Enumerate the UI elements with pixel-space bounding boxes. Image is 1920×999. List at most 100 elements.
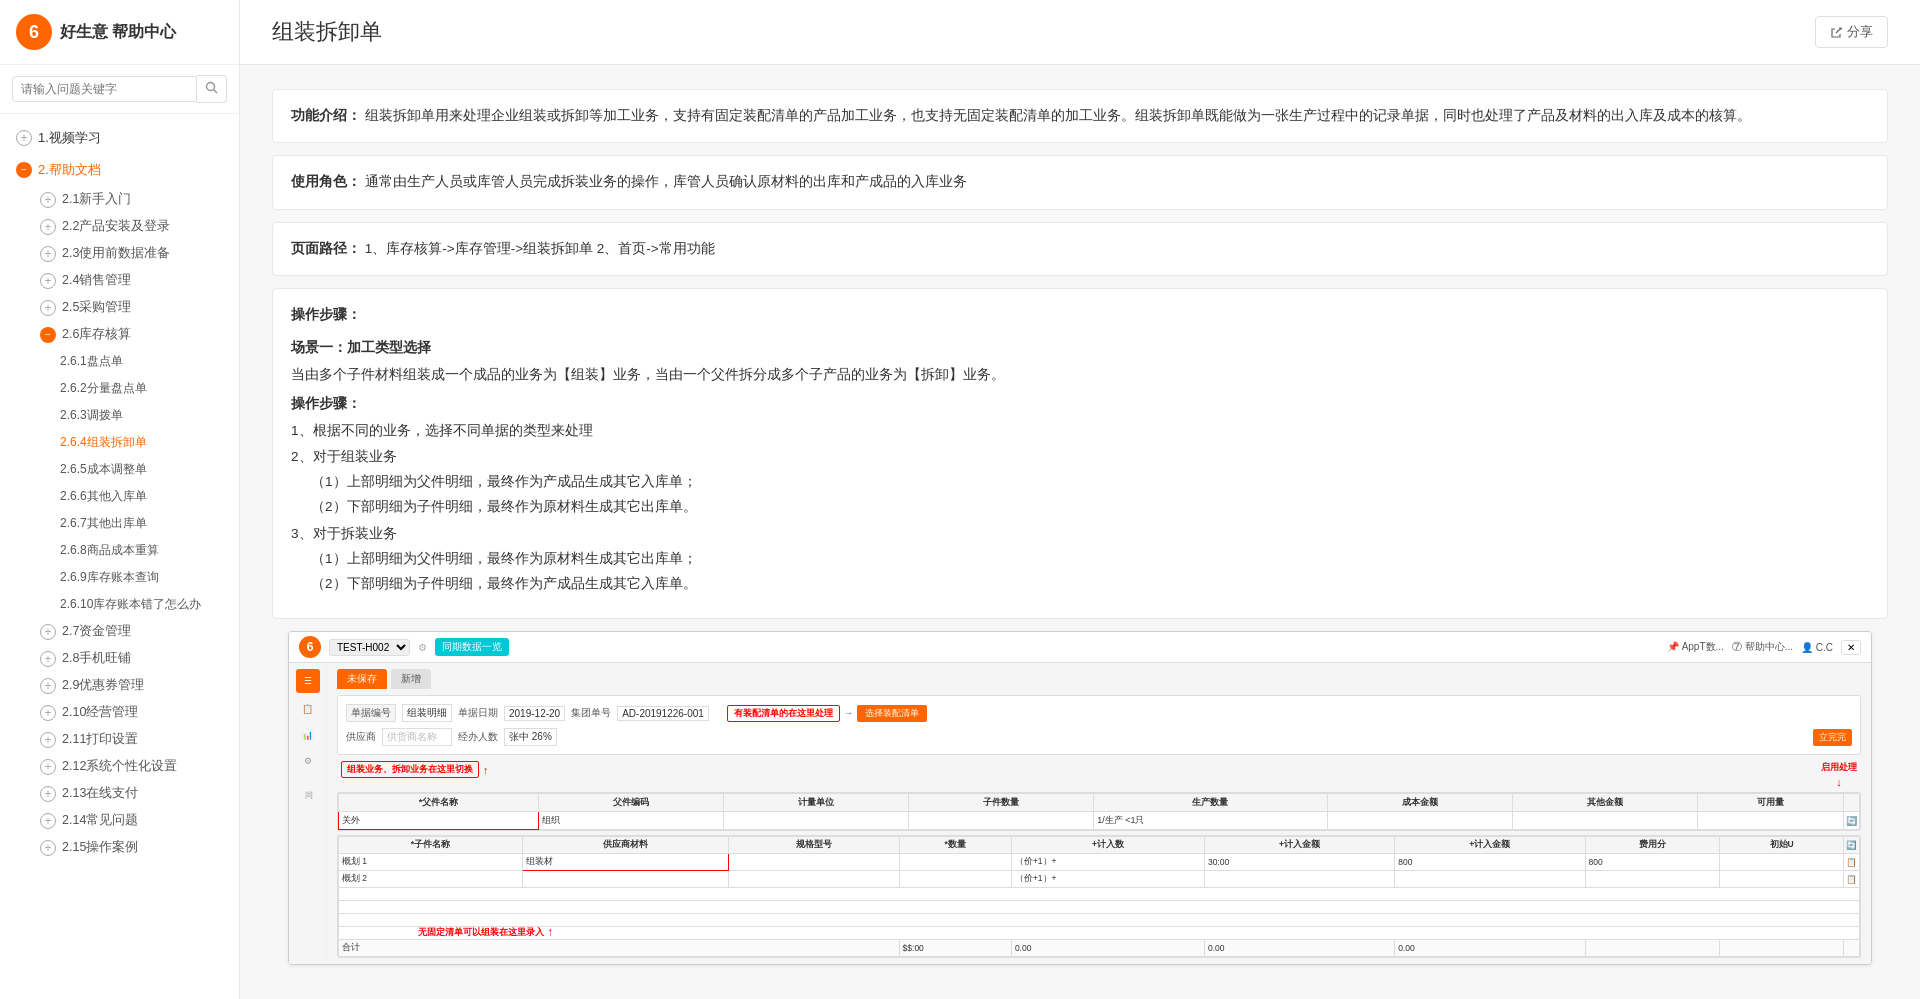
step2-sub1: （1）上部明细为父件明细，最终作为产成品生成其它入库单；	[291, 471, 1869, 494]
function-intro-label: 功能介绍：	[291, 107, 361, 123]
sidebar-item-data[interactable]: + 2.3使用前数据准备	[28, 240, 239, 267]
sidebar-item-system[interactable]: + 2.12系统个性化设置	[28, 753, 239, 780]
sidebar-item-coupon[interactable]: + 2.9优惠券管理	[28, 672, 239, 699]
step2-sub2: （2）下部明细为子件明细，最终作为原材料生成其它出库单。	[291, 496, 1869, 519]
sidebar-item-docs[interactable]: − 2.帮助文档	[0, 154, 239, 186]
ss-tab-new[interactable]: 新增	[391, 669, 431, 689]
search-input[interactable]	[12, 76, 197, 102]
ss-empty-row4	[339, 901, 1860, 914]
ss-upper-cell-unit	[724, 812, 909, 830]
ss-lrow2-material	[522, 871, 728, 888]
ss-app-label: 📌 AppT数...	[1667, 640, 1723, 654]
sidebar-item-video[interactable]: + 1.视频学习	[0, 122, 239, 154]
sidebar-item-mobile[interactable]: + 2.8手机旺铺	[28, 645, 239, 672]
ss-empty-row6	[339, 927, 1860, 940]
sidebar-item-otherin[interactable]: 2.6.6其他入库单	[56, 483, 239, 510]
ss-lrow2-inqty: （价+1）+	[1011, 871, 1204, 888]
ss-docno-label: 集团单号	[571, 706, 611, 720]
sidebar-item-sales[interactable]: + 2.4销售管理	[28, 267, 239, 294]
ss-upper-cell-other	[1512, 812, 1697, 830]
ss-confirm-btn[interactable]: 立完完	[1813, 729, 1852, 746]
share-button[interactable]: 分享	[1815, 16, 1888, 48]
nav-list: + 1.视频学习 − 2.帮助文档 + 2.1新手入门 + 2.2产品安装及登录…	[0, 114, 239, 869]
ss-upper-cell-prodqty: 1/生产 <1只	[1094, 812, 1328, 830]
scene-desc: 当由多个子件材料组装成一个成品的业务为【组装】业务，当由一个父件拆分成多个子产品…	[291, 364, 1869, 387]
sidebar-item-inventory[interactable]: − 2.6库存核算	[28, 321, 239, 348]
role-text: 通常由生产人员或库管人员完成拆装业务的操作，库管人员确认原材料的出库和产成品的入…	[365, 174, 967, 189]
ss-annotation2: 组装业务、拆卸业务在这里切换	[341, 761, 479, 778]
plus-icon: +	[40, 759, 56, 775]
ss-tab-unsaved[interactable]: 未保存	[337, 669, 387, 689]
ss-th-action	[1844, 794, 1860, 812]
ss-lrow1-spec	[729, 854, 900, 871]
ss-lower-row2: 概划 2 （价+1）+ 📋	[339, 871, 1860, 888]
search-button[interactable]	[197, 75, 227, 103]
screenshot-container: 6 TEST-H002 ⚙ 同期数据一览 📌 AppT数... ⑦ 帮助中心..…	[288, 631, 1872, 965]
ss-lrow2-action: 📋	[1844, 871, 1860, 888]
ss-th-subqty: 子件数量	[909, 794, 1094, 812]
ss-lrow2-qty	[899, 871, 1011, 888]
ss-assembly-list-btn[interactable]: 选择装配清单	[857, 705, 927, 722]
ss-lth6: +计入金额	[1204, 837, 1394, 854]
ss-upper-table: *父件名称 父件编码 计量单位 子件数量 生产数量 成本金额 其他金额 可用量	[338, 793, 1860, 830]
ss-lrow2-init	[1720, 871, 1844, 888]
sidebar-item-partstock[interactable]: 2.6.2分量盘点单	[56, 375, 239, 402]
svg-line-1	[214, 90, 218, 94]
sidebar-item-faq[interactable]: + 2.14常见问题	[28, 807, 239, 834]
sidebar-item-assembly[interactable]: 2.6.4组装拆卸单	[56, 429, 239, 456]
plus-icon: +	[40, 840, 56, 856]
ss-lth4: *数量	[899, 837, 1011, 854]
sidebar-item-costadj[interactable]: 2.6.5成本调整单	[56, 456, 239, 483]
sidebar-item-print[interactable]: + 2.11打印设置	[28, 726, 239, 753]
ss-sidebar-icon4: ⚙	[298, 751, 318, 771]
plus-icon: +	[40, 192, 56, 208]
ss-date-label: 单据日期	[458, 706, 498, 720]
ss-main: 未保存 新增 单据编号 组装明细 单据日期 2019-12-20 集团单号 AD…	[327, 663, 1871, 964]
role-label: 使用角色：	[291, 173, 361, 189]
ss-lrow2-fee	[1585, 871, 1720, 888]
ss-th-name: *父件名称	[339, 794, 539, 812]
sidebar-item-purchase[interactable]: + 2.5采购管理	[28, 294, 239, 321]
search-box	[0, 65, 239, 114]
plus-icon: +	[40, 273, 56, 289]
path-block: 页面路径： 1、库存核算->库存管理->组装拆卸单 2、首页->常用功能	[272, 222, 1888, 276]
plus-icon: +	[40, 624, 56, 640]
ss-footer-in1: 0.00	[1204, 940, 1394, 957]
sidebar-item-stockcheck[interactable]: 2.6.9库存账本查询	[56, 564, 239, 591]
sidebar-item-otherout[interactable]: 2.6.7其他出库单	[56, 510, 239, 537]
ss-annotations-row: 组装业务、拆卸业务在这里切换 ↑ 启用处理 ↓	[337, 761, 1861, 788]
sidebar-item-stocktake[interactable]: 2.6.1盘点单	[56, 348, 239, 375]
ss-sidebar-icon2: 📋	[298, 699, 318, 719]
sidebar-item-install[interactable]: + 2.2产品安装及登录	[28, 213, 239, 240]
ss-overview-btn[interactable]: 同期数据一览	[435, 638, 509, 656]
steps-title: 操作步骤：	[291, 303, 1869, 327]
ss-form-row1: 单据编号 组装明细 单据日期 2019-12-20 集团单号 AD-201912…	[346, 704, 1852, 722]
ss-lower-row4	[339, 901, 1860, 914]
ss-lth3: 规格型号	[729, 837, 900, 854]
ss-supplier-label: 供应商	[346, 730, 376, 744]
function-intro-text: 组装拆卸单用来处理企业组装或拆卸等加工业务，支持有固定装配清单的产品加工业务，也…	[365, 108, 1751, 123]
plus-icon: +	[40, 219, 56, 235]
function-intro-block: 功能介绍： 组装拆卸单用来处理企业组装或拆卸等加工业务，支持有固定装配清单的产品…	[272, 89, 1888, 143]
ss-arrow2: ↑	[483, 764, 489, 776]
ss-company-select[interactable]: TEST-H002	[329, 639, 410, 656]
role-block: 使用角色： 通常由生产人员或库管人员完成拆装业务的操作，库管人员确认原材料的出库…	[272, 155, 1888, 209]
ss-th-avail: 可用量	[1697, 794, 1843, 812]
ss-left-sidebar: ☰ 📋 📊 ⚙ 同	[289, 663, 327, 964]
sidebar-item-mgmt[interactable]: + 2.10经营管理	[28, 699, 239, 726]
sidebar-header: 6 好生意 帮助中心	[0, 0, 239, 65]
sidebar-item-adjust[interactable]: 2.6.3调拨单	[56, 402, 239, 429]
plus-icon: +	[40, 732, 56, 748]
sidebar-item-finance[interactable]: + 2.7资金管理	[28, 618, 239, 645]
plus-icon: +	[40, 678, 56, 694]
ss-close-btn[interactable]: ✕	[1841, 640, 1861, 655]
ss-lrow1-inamount2: 800	[1395, 854, 1585, 871]
sidebar-item-costrecalc[interactable]: 2.6.8商品成本重算	[56, 537, 239, 564]
sidebar-item-pay[interactable]: + 2.13在线支付	[28, 780, 239, 807]
ss-user-icon: 👤 C.C	[1801, 642, 1833, 653]
sidebar-item-stockfix[interactable]: 2.6.10库存账本错了怎么办	[56, 591, 239, 618]
sidebar-item-new[interactable]: + 2.1新手入门	[28, 186, 239, 213]
ss-lth-actions: 🔄	[1844, 837, 1860, 854]
sidebar-item-cases[interactable]: + 2.15操作案例	[28, 834, 239, 861]
ss-th-code: 父件编码	[539, 794, 724, 812]
